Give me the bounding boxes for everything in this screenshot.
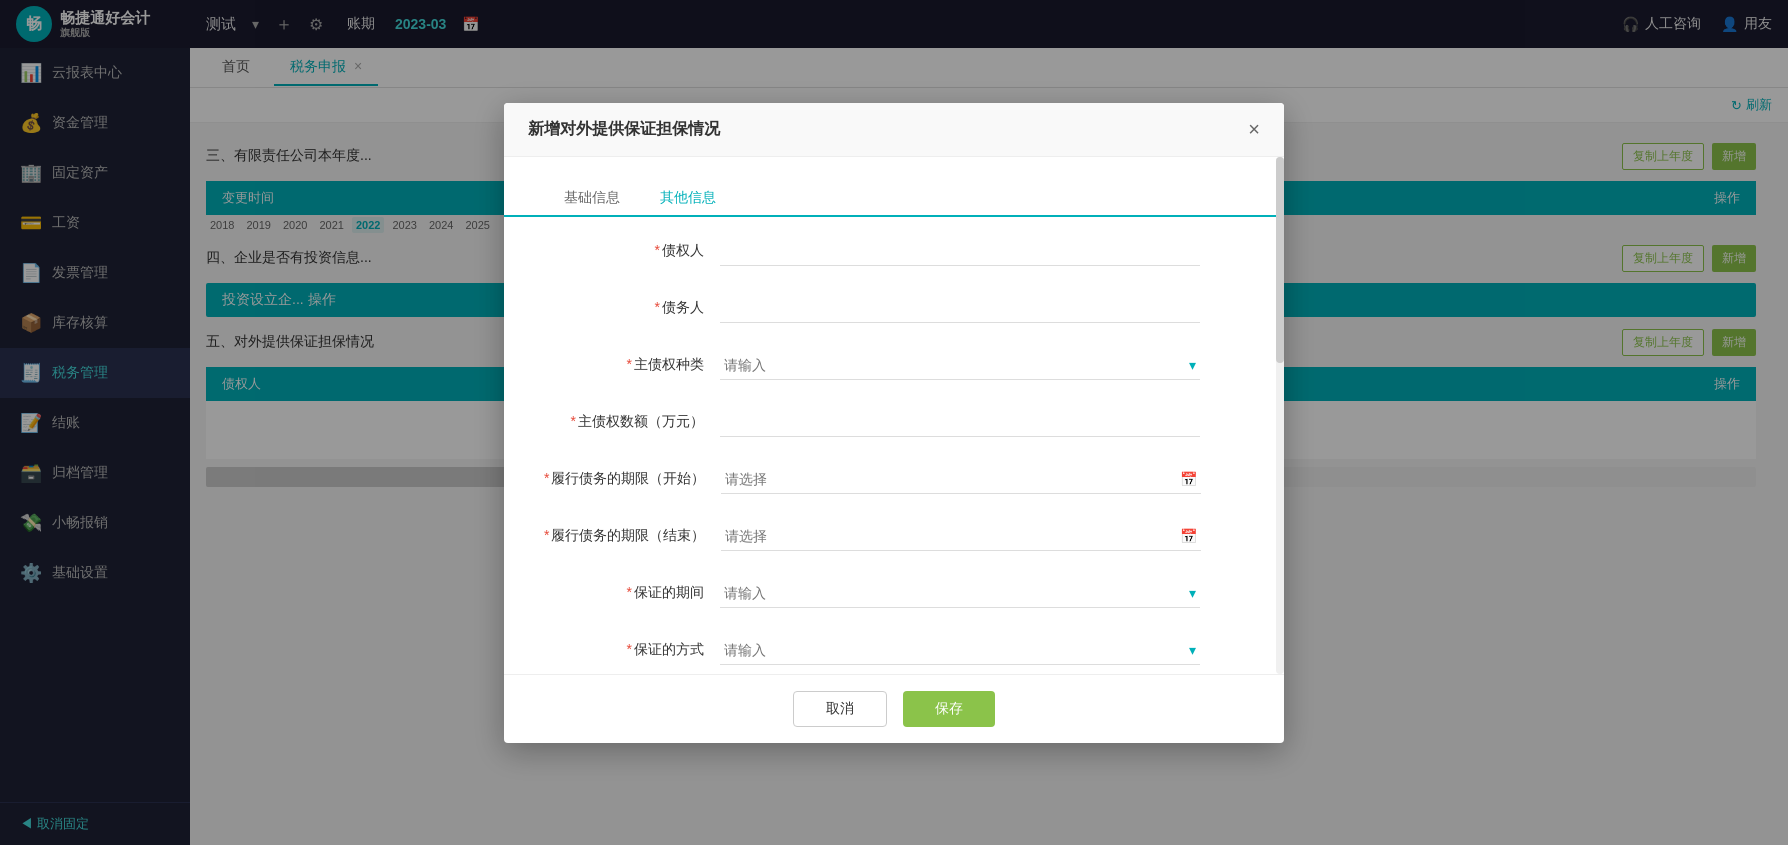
guarantee-method-label: *保证的方式 (544, 641, 704, 659)
modal-body: 基础信息 其他信息 *债权人 *债务人 (504, 157, 1284, 674)
modal-scrollbar-track (1276, 157, 1284, 674)
debt-type-label: *主债权种类 (544, 356, 704, 374)
debt-type-dropdown-icon[interactable]: ▾ (1189, 357, 1196, 373)
guarantee-method-select-wrapper[interactable]: ▾ (720, 636, 1200, 665)
guarantee-period-label: *保证的期间 (544, 584, 704, 602)
debtor-input[interactable] (720, 294, 1200, 323)
form-row-period-end: *履行债务的期限（结束） 📅 (544, 522, 1244, 551)
guarantee-period-select-wrapper[interactable]: ▾ (720, 579, 1200, 608)
form-row-debt-type: *主债权种类 ▾ (544, 351, 1244, 380)
modal-tab-basic[interactable]: 基础信息 (544, 181, 640, 217)
guarantee-method-input[interactable] (724, 642, 1185, 658)
required-marker-3: * (627, 356, 632, 372)
guarantee-period-input[interactable] (724, 585, 1185, 601)
required-marker-7: * (627, 584, 632, 600)
guarantee-method-dropdown-icon[interactable]: ▾ (1189, 642, 1196, 658)
period-start-wrapper[interactable]: 📅 (721, 465, 1201, 494)
period-end-calendar-icon[interactable]: 📅 (1180, 528, 1197, 544)
period-start-calendar-icon[interactable]: 📅 (1180, 471, 1197, 487)
required-marker-4: * (571, 413, 576, 429)
debt-type-select-wrapper[interactable]: ▾ (720, 351, 1200, 380)
modal-overlay: 新增对外提供保证担保情况 × 基础信息 其他信息 *债权人 (0, 0, 1788, 845)
period-start-label: *履行债务的期限（开始） (544, 470, 705, 488)
modal-title: 新增对外提供保证担保情况 (528, 119, 720, 140)
period-end-label: *履行债务的期限（结束） (544, 527, 705, 545)
period-end-wrapper[interactable]: 📅 (721, 522, 1201, 551)
creditor-label: *债权人 (544, 242, 704, 260)
form-row-debtor: *债务人 (544, 294, 1244, 323)
required-marker: * (655, 242, 660, 258)
form-row-guarantee-period: *保证的期间 ▾ (544, 579, 1244, 608)
form-row-guarantee-method: *保证的方式 ▾ (544, 636, 1244, 665)
modal-scrollbar-thumb[interactable] (1276, 157, 1284, 364)
required-marker-5: * (544, 470, 549, 486)
modal-close-button[interactable]: × (1248, 119, 1260, 139)
required-marker-2: * (655, 299, 660, 315)
save-button[interactable]: 保存 (903, 691, 995, 727)
form-row-creditor: *债权人 (544, 237, 1244, 266)
modal-header: 新增对外提供保证担保情况 × (504, 103, 1284, 157)
creditor-input[interactable] (720, 237, 1200, 266)
debtor-label: *债务人 (544, 299, 704, 317)
debt-amount-input[interactable] (720, 408, 1200, 437)
required-marker-8: * (627, 641, 632, 657)
required-marker-6: * (544, 527, 549, 543)
debt-amount-label: *主债权数额（万元） (544, 413, 704, 431)
form-row-period-start: *履行债务的期限（开始） 📅 (544, 465, 1244, 494)
modal-footer: 取消 保存 (504, 674, 1284, 743)
guarantee-period-dropdown-icon[interactable]: ▾ (1189, 585, 1196, 601)
form-row-debt-amount: *主债权数额（万元） (544, 408, 1244, 437)
cancel-button[interactable]: 取消 (793, 691, 887, 727)
period-start-input[interactable] (725, 471, 1180, 487)
modal-dialog: 新增对外提供保证担保情况 × 基础信息 其他信息 *债权人 (504, 103, 1284, 743)
period-end-input[interactable] (725, 528, 1180, 544)
debt-type-input[interactable] (724, 357, 1185, 373)
modal-tab-other[interactable]: 其他信息 (640, 181, 736, 217)
